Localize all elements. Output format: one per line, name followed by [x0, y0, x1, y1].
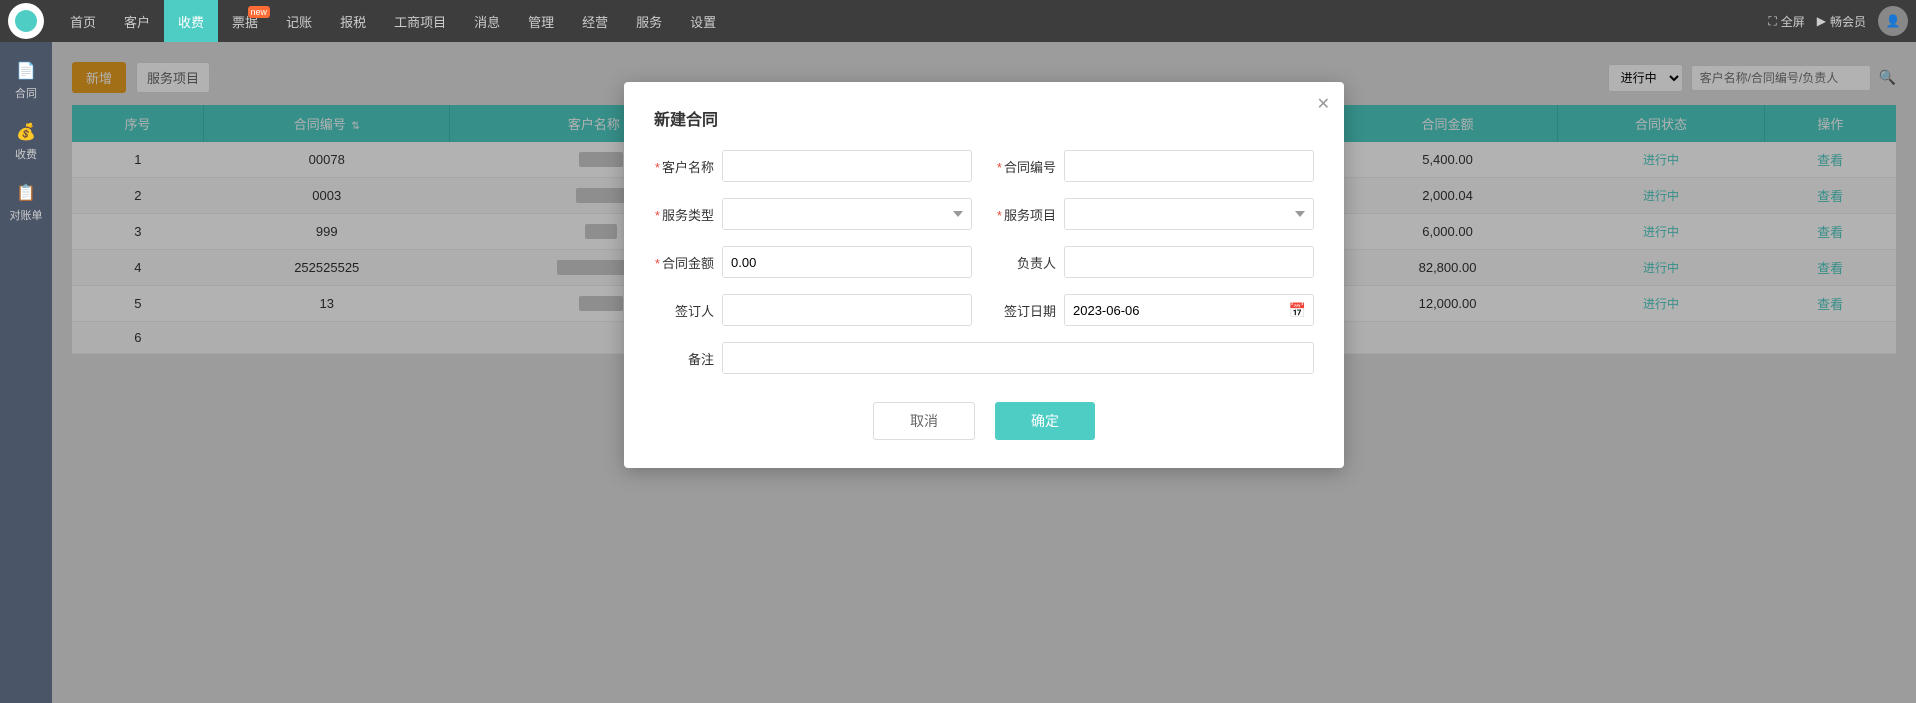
fullscreen-icon: ⛶ [1768, 14, 1776, 29]
app-logo [8, 3, 44, 39]
responsible-person-row: 负责人 [996, 246, 1314, 278]
service-type-select[interactable] [722, 198, 972, 230]
top-navigation: 首页 客户 收费 票据new 记账 报税 工商项目 消息 管理 经营 服务 设置… [0, 0, 1916, 42]
nav-item-message[interactable]: 消息 [460, 0, 514, 42]
required-star: * [655, 208, 660, 223]
nav-item-customer[interactable]: 客户 [110, 0, 164, 42]
contract-amount-row: *合同金额 [654, 246, 972, 278]
contract-number-row: *合同编号 [996, 150, 1314, 182]
cancel-button[interactable]: 取消 [873, 402, 975, 440]
service-item-select[interactable] [1064, 198, 1314, 230]
member-label: 畅会员 [1830, 13, 1866, 30]
required-star: * [997, 160, 1002, 175]
customer-name-row: *客户名称 [654, 150, 972, 182]
member-button[interactable]: ▶ 畅会员 [1817, 13, 1866, 30]
service-item-label: *服务项目 [996, 205, 1056, 224]
nav-item-billing[interactable]: 收费 [164, 0, 218, 42]
nav-item-bookkeeping[interactable]: 记账 [272, 0, 326, 42]
nav-item-invoice[interactable]: 票据new [218, 0, 272, 42]
required-star: * [655, 160, 660, 175]
signer-label: 签订人 [654, 301, 714, 320]
service-item-row: *服务项目 [996, 198, 1314, 230]
sidebar-item-statement-label: 对账单 [10, 207, 43, 223]
nav-item-operation[interactable]: 经营 [568, 0, 622, 42]
nav-item-management[interactable]: 管理 [514, 0, 568, 42]
billing-icon: 💰 [15, 121, 37, 143]
logo-inner [15, 10, 37, 32]
modal-overlay: ✕ 新建合同 *客户名称 *合同编号 [52, 42, 1916, 703]
sign-date-input[interactable] [1064, 294, 1314, 326]
contract-icon: 📄 [15, 60, 37, 82]
avatar-icon: 👤 [1886, 14, 1901, 28]
play-icon: ▶ [1817, 14, 1826, 28]
nav-item-business[interactable]: 工商项目 [380, 0, 460, 42]
modal-title: 新建合同 [654, 106, 1314, 130]
sidebar-item-contract[interactable]: 📄 合同 [0, 50, 52, 111]
signer-row: 签订人 [654, 294, 972, 326]
notes-label: 备注 [654, 349, 714, 368]
date-input-wrap: 📅 [1064, 294, 1314, 326]
service-type-row: *服务类型 [654, 198, 972, 230]
sidebar-item-billing-label: 收费 [15, 146, 37, 162]
nav-item-settings[interactable]: 设置 [676, 0, 730, 42]
nav-item-service[interactable]: 服务 [622, 0, 676, 42]
service-type-label: *服务类型 [654, 205, 714, 224]
new-badge: new [248, 6, 271, 18]
notes-row: 备注 [654, 342, 1314, 374]
sidebar-item-statement[interactable]: 📋 对账单 [0, 172, 52, 233]
modal-footer: 取消 确定 [654, 402, 1314, 440]
confirm-button[interactable]: 确定 [995, 402, 1095, 440]
modal-close-button[interactable]: ✕ [1317, 94, 1330, 114]
contract-number-label: *合同编号 [996, 157, 1056, 176]
contract-amount-label: *合同金额 [654, 253, 714, 272]
avatar[interactable]: 👤 [1878, 6, 1908, 36]
main-layout: 📄 合同 💰 收费 📋 对账单 新增 服务项目 进行中 已结束 全部 🔍 [0, 42, 1916, 703]
sign-date-row: 签订日期 📅 [996, 294, 1314, 326]
form-grid: *客户名称 *合同编号 *服务类型 [654, 150, 1314, 374]
nav-items: 首页 客户 收费 票据new 记账 报税 工商项目 消息 管理 经营 服务 设置 [56, 0, 1768, 42]
signer-input[interactable] [722, 294, 972, 326]
contract-number-input[interactable] [1064, 150, 1314, 182]
sign-date-label: 签订日期 [996, 301, 1056, 320]
statement-icon: 📋 [15, 182, 37, 204]
sidebar-item-contract-label: 合同 [15, 85, 37, 101]
customer-name-label: *客户名称 [654, 157, 714, 176]
required-star: * [655, 256, 660, 271]
fullscreen-button[interactable]: ⛶ 全屏 [1768, 13, 1804, 30]
required-star: * [997, 208, 1002, 223]
customer-name-input[interactable] [722, 150, 972, 182]
responsible-person-input[interactable] [1064, 246, 1314, 278]
main-content: 新增 服务项目 进行中 已结束 全部 🔍 序号 合同编号 ⇅ 客户名称 ⇅ 服务… [52, 42, 1916, 703]
responsible-person-label: 负责人 [996, 253, 1056, 272]
nav-right: ⛶ 全屏 ▶ 畅会员 👤 [1768, 6, 1908, 36]
fullscreen-label: 全屏 [1781, 13, 1805, 30]
nav-item-tax[interactable]: 报税 [326, 0, 380, 42]
notes-input[interactable] [722, 342, 1314, 374]
nav-item-home[interactable]: 首页 [56, 0, 110, 42]
contract-amount-input[interactable] [722, 246, 972, 278]
sidebar: 📄 合同 💰 收费 📋 对账单 [0, 42, 52, 703]
new-contract-modal: ✕ 新建合同 *客户名称 *合同编号 [624, 82, 1344, 468]
sidebar-item-billing[interactable]: 💰 收费 [0, 111, 52, 172]
